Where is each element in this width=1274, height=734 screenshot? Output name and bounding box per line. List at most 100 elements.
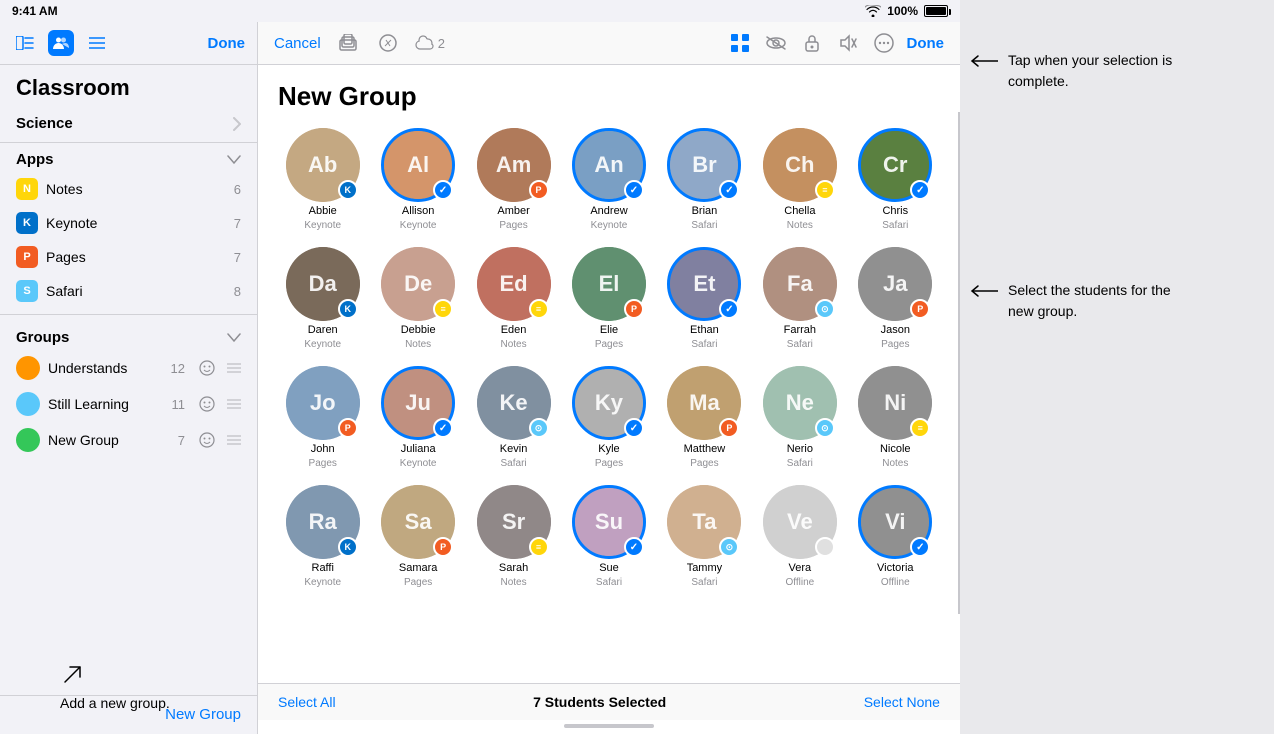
visibility-icon[interactable] <box>763 30 789 56</box>
student-item[interactable]: Cr ✓ Chris Safari <box>851 128 940 231</box>
student-item[interactable]: Ta ⊙ Tammy Safari <box>660 485 749 588</box>
annotation-bottom-area: Add a new group. <box>60 657 280 714</box>
app-badge: P <box>338 418 358 438</box>
sidebar-app-item[interactable]: N Notes 6 <box>0 172 257 206</box>
student-name: Samara <box>399 562 438 574</box>
sidebar-app-item[interactable]: P Pages 7 <box>0 240 257 274</box>
layers-icon[interactable] <box>335 30 361 56</box>
student-item[interactable]: Ke ⊙ Kevin Safari <box>469 366 558 469</box>
apps-chevron-icon[interactable] <box>227 155 241 165</box>
science-item[interactable]: Science <box>0 105 257 143</box>
annotation-middle-text: Select the students for the new group. <box>1008 280 1200 322</box>
student-item[interactable]: Sr ≡ Sarah Notes <box>469 485 558 588</box>
sidebar-group-item[interactable]: Still Learning 11 <box>0 386 257 422</box>
more-icon[interactable] <box>871 30 897 56</box>
mute-icon[interactable] <box>835 30 861 56</box>
app-badge <box>815 537 835 557</box>
student-item[interactable]: Jo P John Pages <box>278 366 367 469</box>
bottom-bar: Select All 7 Students Selected Select No… <box>258 683 960 720</box>
student-name: Eden <box>501 324 527 336</box>
app-count: 6 <box>234 182 241 197</box>
student-app: Notes <box>787 220 813 231</box>
battery-icon <box>924 5 948 17</box>
app-badge: ≡ <box>910 418 930 438</box>
student-app: Safari <box>691 577 717 588</box>
student-item[interactable]: Fa ⊙ Farrah Safari <box>755 247 844 350</box>
lock-icon[interactable] <box>799 30 825 56</box>
groups-title: Groups <box>16 329 69 346</box>
student-item[interactable]: Al ✓ Allison Keynote <box>373 128 462 231</box>
student-item[interactable]: Ni ≡ Nicole Notes <box>851 366 940 469</box>
sidebar-group-item[interactable]: New Group 7 <box>0 422 257 458</box>
compass-icon[interactable] <box>375 30 401 56</box>
annotation-top: Tap when your selection is complete. <box>970 50 1200 92</box>
student-item[interactable]: Am P Amber Pages <box>469 128 558 231</box>
app-badge: ⊙ <box>529 418 549 438</box>
grid-icon[interactable] <box>727 30 753 56</box>
student-item[interactable]: Ne ⊙ Nerio Safari <box>755 366 844 469</box>
student-item[interactable]: Sa P Samara Pages <box>373 485 462 588</box>
student-app: Pages <box>404 577 432 588</box>
student-app: Pages <box>881 339 909 350</box>
student-item[interactable]: Et ✓ Ethan Safari <box>660 247 749 350</box>
student-item[interactable]: De ≡ Debbie Notes <box>373 247 462 350</box>
app-badge: K <box>338 180 358 200</box>
groups-chevron-icon[interactable] <box>227 333 241 343</box>
select-all-button[interactable]: Select All <box>278 694 336 710</box>
student-app: Notes <box>405 339 431 350</box>
selected-badge: ✓ <box>624 537 644 557</box>
list-icon[interactable] <box>84 30 110 56</box>
student-app: Safari <box>787 458 813 469</box>
cloud-icon[interactable]: 2 <box>415 35 445 51</box>
student-name: Sarah <box>499 562 528 574</box>
app-count: 7 <box>234 216 241 231</box>
selected-badge: ✓ <box>433 180 453 200</box>
student-name: Abbie <box>309 205 337 217</box>
group-count: 7 <box>178 433 185 448</box>
sidebar-header-icons <box>12 30 110 56</box>
student-item[interactable]: Da K Daren Keynote <box>278 247 367 350</box>
sidebar-toggle-icon[interactable] <box>12 30 38 56</box>
student-item[interactable]: Ra K Raffi Keynote <box>278 485 367 588</box>
student-name: Nicole <box>880 443 911 455</box>
student-item[interactable]: El P Elie Pages <box>564 247 653 350</box>
student-app: Notes <box>882 458 908 469</box>
sidebar-app-item[interactable]: K Keynote 7 <box>0 206 257 240</box>
annotation-top-text: Tap when your selection is complete. <box>1008 50 1200 92</box>
cancel-button[interactable]: Cancel <box>274 35 321 52</box>
student-item[interactable]: Ja P Jason Pages <box>851 247 940 350</box>
main-toolbar: Cancel <box>258 22 960 65</box>
student-name: Kyle <box>598 443 619 455</box>
main-panel: Cancel <box>258 22 960 734</box>
student-item[interactable]: Ab K Abbie Keynote <box>278 128 367 231</box>
student-app: Safari <box>787 339 813 350</box>
sidebar-app-item[interactable]: S Safari 8 <box>0 274 257 308</box>
student-item[interactable]: Br ✓ Brian Safari <box>660 128 749 231</box>
student-item[interactable]: Ve Vera Offline <box>755 485 844 588</box>
sidebar: Done Classroom Science Apps <box>0 22 258 734</box>
sidebar-group-item[interactable]: Understands 12 <box>0 350 257 386</box>
student-app: Pages <box>309 458 337 469</box>
student-item[interactable]: Ch ≡ Chella Notes <box>755 128 844 231</box>
ipad-content: Done Classroom Science Apps <box>0 22 960 734</box>
done-button[interactable]: Done <box>907 35 945 52</box>
student-app: Safari <box>691 220 717 231</box>
sidebar-done-button[interactable]: Done <box>208 35 246 52</box>
student-item[interactable]: Su ✓ Sue Safari <box>564 485 653 588</box>
reorder-icon <box>227 362 241 374</box>
reorder-icon <box>227 434 241 446</box>
student-item[interactable]: Ma P Matthew Pages <box>660 366 749 469</box>
battery-label: 100% <box>887 4 918 18</box>
student-app: Keynote <box>400 458 437 469</box>
select-none-button[interactable]: Select None <box>864 694 940 710</box>
student-app: Notes <box>501 577 527 588</box>
student-item[interactable]: Ju ✓ Juliana Keynote <box>373 366 462 469</box>
student-item[interactable]: Ed ≡ Eden Notes <box>469 247 558 350</box>
student-app: Pages <box>499 220 527 231</box>
student-item[interactable]: An ✓ Andrew Keynote <box>564 128 653 231</box>
student-item[interactable]: Ky ✓ Kyle Pages <box>564 366 653 469</box>
people-icon[interactable] <box>48 30 74 56</box>
student-name: Tammy <box>687 562 722 574</box>
cloud-count: 2 <box>438 36 445 51</box>
student-item[interactable]: Vi ✓ Victoria Offline <box>851 485 940 588</box>
